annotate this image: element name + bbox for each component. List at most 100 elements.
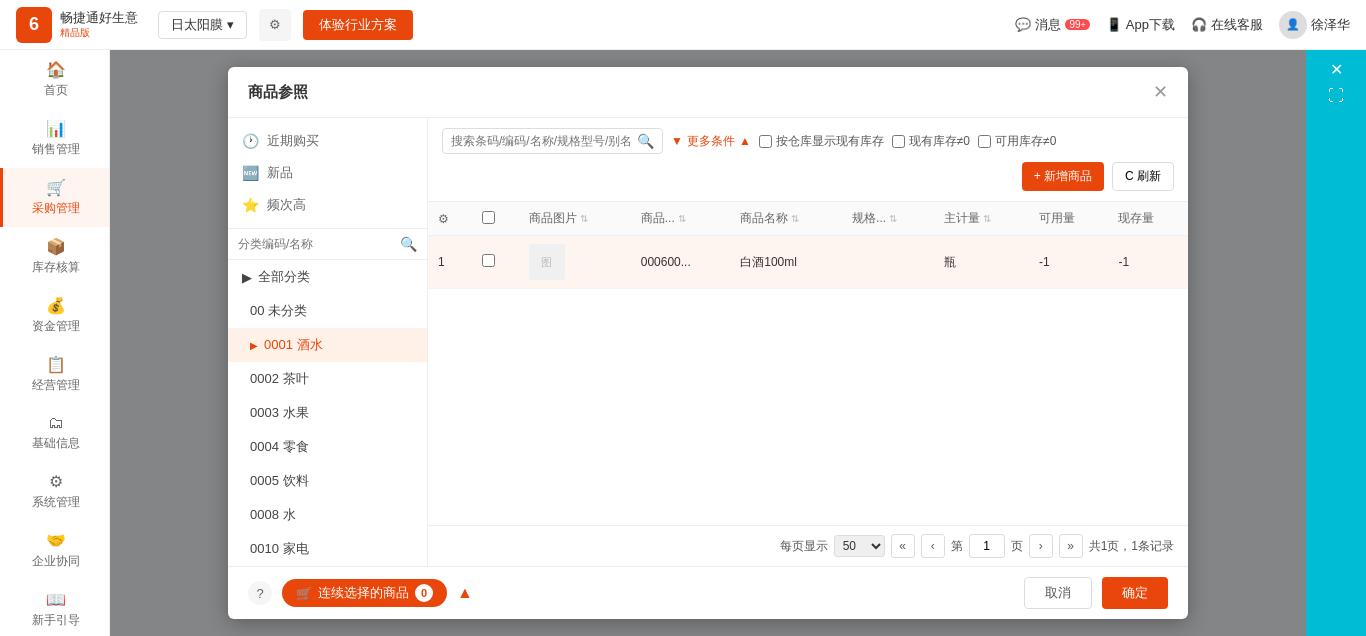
user-avatar[interactable]: 👤 徐泽华 (1279, 11, 1350, 39)
col-checkbox (472, 202, 519, 236)
cancel-button[interactable]: 取消 (1024, 577, 1092, 609)
new-products-tab[interactable]: 🆕 新品 (228, 158, 427, 188)
product-search-icon[interactable]: 🔍 (637, 133, 654, 149)
sidebar-item-finance[interactable]: 💰 资金管理 (0, 286, 109, 345)
category-panel: 🕐 近期购买 🆕 新品 ⭐ 频次高 (228, 118, 428, 566)
app-download-button[interactable]: 📱 App下载 (1106, 16, 1175, 34)
top-nav: 6 畅捷通好生意 精品版 日太阳膜 ▾ ⚙ 体验行业方案 💬 消息 99+ 📱 … (0, 0, 1366, 50)
select-all-checkbox[interactable] (482, 211, 495, 224)
pagination: 每页显示 50 20 100 « ‹ 第 页 › (428, 525, 1188, 566)
col-unit[interactable]: 主计量 (934, 202, 1029, 236)
right-panel-expand[interactable]: ⛶ (1328, 87, 1344, 105)
table-row[interactable]: 1 图 000600... 白酒100ml 瓶 -1 -1 (428, 236, 1188, 289)
frequent-tab[interactable]: ⭐ 频次高 (228, 190, 427, 220)
next-page-button[interactable]: › (1029, 534, 1053, 558)
sidebar-item-guide[interactable]: 📖 新手引导 (0, 580, 109, 636)
modal-overlay: 商品参照 ✕ 🕐 近期购买 🆕 (110, 50, 1306, 636)
checkbox-warehouse-stock[interactable]: 按仓库显示现有库存 (759, 133, 884, 150)
modal-title: 商品参照 (248, 83, 308, 102)
add-product-button[interactable]: + 新增商品 (1022, 162, 1104, 191)
operations-icon: 📋 (46, 355, 66, 374)
sidebar-item-inventory[interactable]: 📦 库存核算 (0, 227, 109, 286)
logo-area: 6 畅捷通好生意 精品版 (16, 7, 138, 43)
category-search-icon[interactable]: 🔍 (400, 236, 417, 252)
prev-page-button[interactable]: ‹ (921, 534, 945, 558)
sales-icon: 📊 (46, 119, 66, 138)
collapse-up-button[interactable]: ▲ (457, 584, 473, 602)
refresh-button[interactable]: C 刷新 (1112, 162, 1174, 191)
cat-item-snack[interactable]: 0004 零食 (228, 430, 427, 464)
sidebar-item-enterprise[interactable]: 🤝 企业协同 (0, 521, 109, 580)
page-size-select[interactable]: 50 20 100 (834, 535, 885, 557)
col-settings[interactable]: ⚙ (428, 202, 472, 236)
cat-item-all[interactable]: ▶ 全部分类 (228, 260, 427, 294)
checkbox-nonzero-stock[interactable]: 现有库存≠0 (892, 133, 970, 150)
help-button[interactable]: ? (248, 581, 272, 605)
product-data-table: ⚙ 商品图片 商品... 商品名称 规格... 主计量 可用量 现存量 (428, 202, 1188, 289)
right-panel: ✕ ⛶ (1306, 50, 1366, 636)
expand-arrow-all: ▶ (242, 270, 252, 285)
footer-actions: 取消 确定 (1024, 577, 1168, 609)
logo-icon: 6 (16, 7, 52, 43)
basic-info-icon: 🗂 (48, 414, 64, 432)
cell-check[interactable] (472, 236, 519, 289)
col-spec[interactable]: 规格... (842, 202, 934, 236)
filter-more-button[interactable]: ▼ 更多条件 ▲ (671, 133, 751, 150)
cat-item-uncategorized[interactable]: 00 未分类 (228, 294, 427, 328)
col-name[interactable]: 商品名称 (730, 202, 842, 236)
messages-button[interactable]: 💬 消息 99+ (1015, 16, 1089, 34)
category-search-input[interactable] (238, 237, 400, 251)
col-image[interactable]: 商品图片 (519, 202, 631, 236)
gear-button[interactable]: ⚙ (259, 9, 291, 41)
cat-item-water[interactable]: 0008 水 (228, 498, 427, 532)
sidebar-item-system[interactable]: ⚙ 系统管理 (0, 462, 109, 521)
cat-item-fruit[interactable]: 0003 水果 (228, 396, 427, 430)
trial-button[interactable]: 体验行业方案 (303, 10, 413, 40)
product-search-input[interactable] (451, 134, 631, 148)
col-stock: 现存量 (1108, 202, 1188, 236)
page-number-input[interactable] (969, 534, 1005, 558)
cell-image: 图 (519, 236, 631, 289)
modal-body: 🕐 近期购买 🆕 新品 ⭐ 频次高 (228, 118, 1188, 566)
cat-item-liquor[interactable]: ▶ 0001 酒水 (228, 328, 427, 362)
product-toolbar: 🔍 ▼ 更多条件 ▲ 按仓库显示现有库存 (428, 118, 1188, 202)
cell-seq: 1 (428, 236, 472, 289)
first-page-button[interactable]: « (891, 534, 915, 558)
checkbox-available-nonzero[interactable]: 可用库存≠0 (978, 133, 1056, 150)
cell-code: 000600... (631, 236, 730, 289)
cat-item-tea[interactable]: 0002 茶叶 (228, 362, 427, 396)
recent-icon: 🕐 (242, 133, 259, 149)
recent-purchase-tab[interactable]: 🕐 近期购买 (228, 126, 427, 156)
product-table: ⚙ 商品图片 商品... 商品名称 规格... 主计量 可用量 现存量 (428, 202, 1188, 525)
cell-unit: 瓶 (934, 236, 1029, 289)
store-selector[interactable]: 日太阳膜 ▾ (158, 11, 247, 39)
cat-item-appliance[interactable]: 0010 家电 (228, 532, 427, 566)
cart-consecutive-button[interactable]: 🛒 连续选择的商品 0 (282, 579, 447, 607)
col-available: 可用量 (1029, 202, 1109, 236)
cat-item-beverage[interactable]: 0005 饮料 (228, 464, 427, 498)
sidebar-item-sales[interactable]: 📊 销售管理 (0, 109, 109, 168)
product-reference-modal: 商品参照 ✕ 🕐 近期购买 🆕 (228, 67, 1188, 619)
nav-right: 💬 消息 99+ 📱 App下载 🎧 在线客服 👤 徐泽华 (1015, 11, 1350, 39)
online-service-button[interactable]: 🎧 在线客服 (1191, 16, 1263, 34)
system-icon: ⚙ (49, 472, 63, 491)
confirm-button[interactable]: 确定 (1102, 577, 1168, 609)
modal-header: 商品参照 ✕ (228, 67, 1188, 118)
new-icon: 🆕 (242, 165, 259, 181)
expand-arrow-liquor: ▶ (250, 340, 258, 351)
sidebar-item-operations[interactable]: 📋 经营管理 (0, 345, 109, 404)
main-layout: 🏠 首页 📊 销售管理 🛒 采购管理 📦 库存核算 💰 资金管理 📋 经营管理 … (0, 50, 1366, 636)
sidebar-item-purchase[interactable]: 🛒 采购管理 (0, 168, 109, 227)
col-code[interactable]: 商品... (631, 202, 730, 236)
purchase-icon: 🛒 (46, 178, 66, 197)
modal-footer: ? 🛒 连续选择的商品 0 ▲ 取消 确定 (228, 566, 1188, 619)
category-tabs: 🕐 近期购买 🆕 新品 ⭐ 频次高 (228, 118, 427, 228)
right-panel-close[interactable]: ✕ (1330, 60, 1343, 79)
product-panel: 🔍 ▼ 更多条件 ▲ 按仓库显示现有库存 (428, 118, 1188, 566)
modal-close-button[interactable]: ✕ (1153, 81, 1168, 103)
product-search-box: 🔍 (442, 128, 663, 154)
sidebar-item-basic-info[interactable]: 🗂 基础信息 (0, 404, 109, 462)
last-page-button[interactable]: » (1059, 534, 1083, 558)
sidebar-item-home[interactable]: 🏠 首页 (0, 50, 109, 109)
category-list: ▶ 全部分类 00 未分类 ▶ 0001 酒水 0002 茶 (228, 260, 427, 566)
